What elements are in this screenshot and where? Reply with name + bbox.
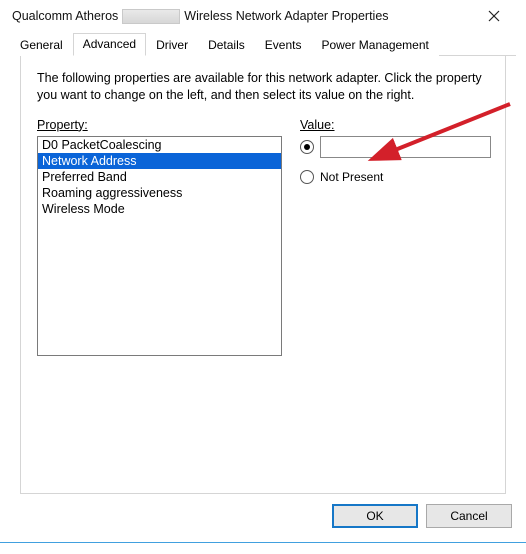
tab-label: General [20, 38, 63, 52]
radio-not-present[interactable] [300, 170, 314, 184]
value-label: Value: [300, 118, 491, 132]
tab-driver[interactable]: Driver [146, 34, 198, 56]
title-suffix: Wireless Network Adapter Properties [184, 9, 388, 23]
tab-label: Events [265, 38, 302, 52]
cancel-button[interactable]: Cancel [426, 504, 512, 528]
list-item[interactable]: Wireless Mode [38, 201, 281, 217]
property-label: Property: [37, 118, 282, 132]
tab-general[interactable]: General [10, 34, 73, 56]
not-present-label: Not Present [320, 170, 383, 184]
radio-value[interactable] [300, 140, 314, 154]
tab-label: Advanced [83, 37, 136, 51]
tab-events[interactable]: Events [255, 34, 312, 56]
close-button[interactable] [474, 2, 514, 30]
tab-advanced[interactable]: Advanced [73, 33, 146, 56]
tab-details[interactable]: Details [198, 34, 255, 56]
title-prefix: Qualcomm Atheros [12, 9, 118, 23]
notpresent-radio-row: Not Present [300, 170, 491, 184]
dialog-buttons: OK Cancel [0, 494, 526, 540]
redacted-segment [122, 9, 180, 24]
tab-power-management[interactable]: Power Management [311, 34, 438, 56]
intro-text: The following properties are available f… [37, 70, 489, 104]
ok-button[interactable]: OK [332, 504, 418, 528]
tab-body: The following properties are available f… [20, 56, 506, 494]
list-item[interactable]: Roaming aggressiveness [38, 185, 281, 201]
window-title: Qualcomm Atheros Wireless Network Adapte… [12, 9, 389, 24]
list-item[interactable]: D0 PacketCoalescing [38, 137, 281, 153]
list-item[interactable]: Preferred Band [38, 169, 281, 185]
value-input[interactable] [320, 136, 491, 158]
titlebar: Qualcomm Atheros Wireless Network Adapte… [0, 0, 526, 32]
bottom-accent-rule [0, 542, 526, 543]
tabstrip: General Advanced Driver Details Events P… [10, 32, 516, 56]
list-item[interactable]: Network Address [38, 153, 281, 169]
value-radio-row [300, 136, 491, 158]
close-icon [488, 10, 500, 22]
tab-label: Details [208, 38, 245, 52]
tab-label: Power Management [321, 38, 428, 52]
property-listbox[interactable]: D0 PacketCoalescing Network Address Pref… [37, 136, 282, 356]
tab-label: Driver [156, 38, 188, 52]
